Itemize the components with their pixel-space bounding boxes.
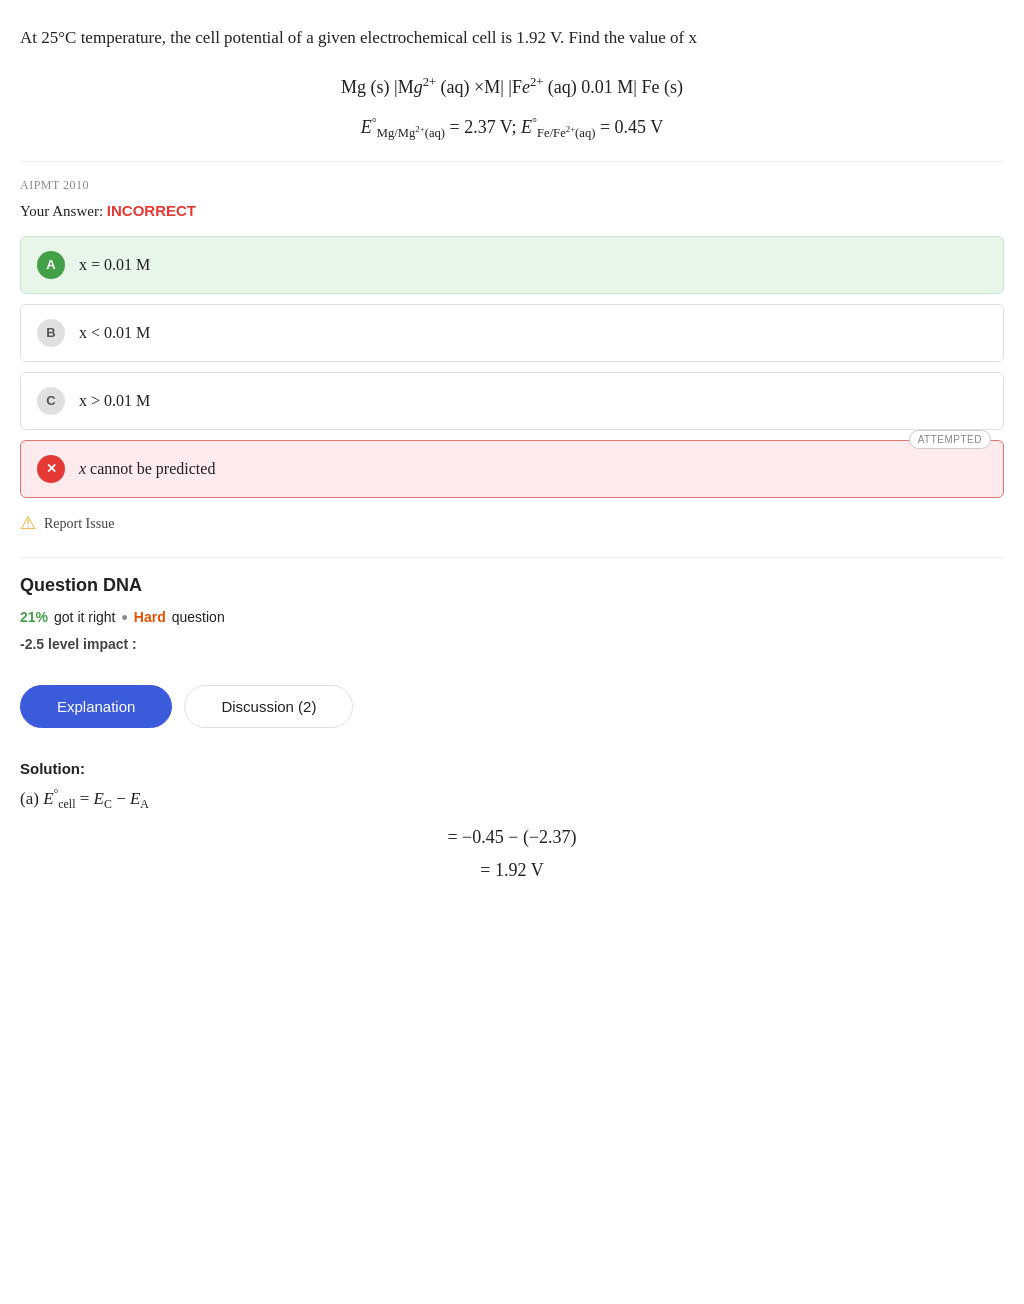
- solution-math-line-2: = 1.92 V: [20, 857, 1004, 884]
- report-issue-row[interactable]: ⚠ Report Issue: [20, 510, 1004, 537]
- warning-icon: ⚠: [20, 510, 36, 537]
- option-d-text: x cannot be predicted: [79, 457, 215, 481]
- formula-line-1: Mg (s) |Mg2+ (aq) ×M| |Fe2+ (aq) 0.01 M|…: [20, 69, 1004, 105]
- formula-block: Mg (s) |Mg2+ (aq) ×M| |Fe2+ (aq) 0.01 M|…: [20, 69, 1004, 147]
- solution-line-1: (a) E°cell = EC − EA: [20, 785, 1004, 814]
- dna-title: Question DNA: [20, 572, 1004, 599]
- option-b-badge: B: [37, 319, 65, 347]
- option-c[interactable]: C x > 0.01 M: [20, 372, 1004, 430]
- dna-difficulty: Hard: [134, 607, 166, 628]
- dna-difficulty-suffix: question: [172, 607, 225, 628]
- option-a-text: x = 0.01 M: [79, 253, 150, 277]
- tabs-row: Explanation Discussion (2): [20, 685, 1004, 728]
- question-dna-section: Question DNA 21% got it right • Hard que…: [20, 572, 1004, 655]
- solution-math-line-1: = −0.45 − (−2.37): [20, 824, 1004, 851]
- your-answer-label: Your Answer:: [20, 203, 103, 219]
- your-answer-row: Your Answer: INCORRECT: [20, 200, 1004, 223]
- question-intro-text: At 25°C temperature, the cell potential …: [20, 28, 697, 47]
- option-c-text: x > 0.01 M: [79, 389, 150, 413]
- option-b-text: x < 0.01 M: [79, 321, 150, 345]
- option-a[interactable]: A x = 0.01 M: [20, 236, 1004, 294]
- attempted-tag: ATTEMPTED: [909, 430, 991, 449]
- level-impact-value: -2.5: [20, 636, 44, 652]
- dna-stats-row: 21% got it right • Hard question: [20, 607, 1004, 628]
- option-a-badge: A: [37, 251, 65, 279]
- tab-discussion[interactable]: Discussion (2): [184, 685, 353, 728]
- page-container: At 25°C temperature, the cell potential …: [0, 0, 1024, 938]
- report-issue-label: Report Issue: [44, 513, 114, 534]
- tab-explanation[interactable]: Explanation: [20, 685, 172, 728]
- dna-level-impact: -2.5 level impact :: [20, 634, 1004, 655]
- answer-status-label: INCORRECT: [107, 202, 196, 219]
- formula-line-2: E°Mg/Mg2+(aq) = 2.37 V; E°Fe/Fe2+(aq) = …: [20, 109, 1004, 147]
- option-d[interactable]: ATTEMPTED ✕ x cannot be predicted: [20, 440, 1004, 498]
- source-tag: AIPMT 2010: [20, 176, 1004, 194]
- solution-section: Solution: (a) E°cell = EC − EA = −0.45 −…: [20, 748, 1004, 913]
- option-b[interactable]: B x < 0.01 M: [20, 304, 1004, 362]
- option-d-badge: ✕: [37, 455, 65, 483]
- dna-got-right: got it right: [54, 607, 115, 628]
- dna-percent: 21%: [20, 607, 48, 628]
- level-impact-suffix: level impact :: [48, 636, 137, 652]
- solution-label: Solution:: [20, 758, 1004, 781]
- options-list: A x = 0.01 M B x < 0.01 M C x > 0.01 M A…: [20, 236, 1004, 498]
- divider-top: [20, 161, 1004, 162]
- solution-math-block: = −0.45 − (−2.37) = 1.92 V: [20, 824, 1004, 884]
- question-text: At 25°C temperature, the cell potential …: [20, 24, 1004, 53]
- option-c-badge: C: [37, 387, 65, 415]
- divider-mid: [20, 557, 1004, 558]
